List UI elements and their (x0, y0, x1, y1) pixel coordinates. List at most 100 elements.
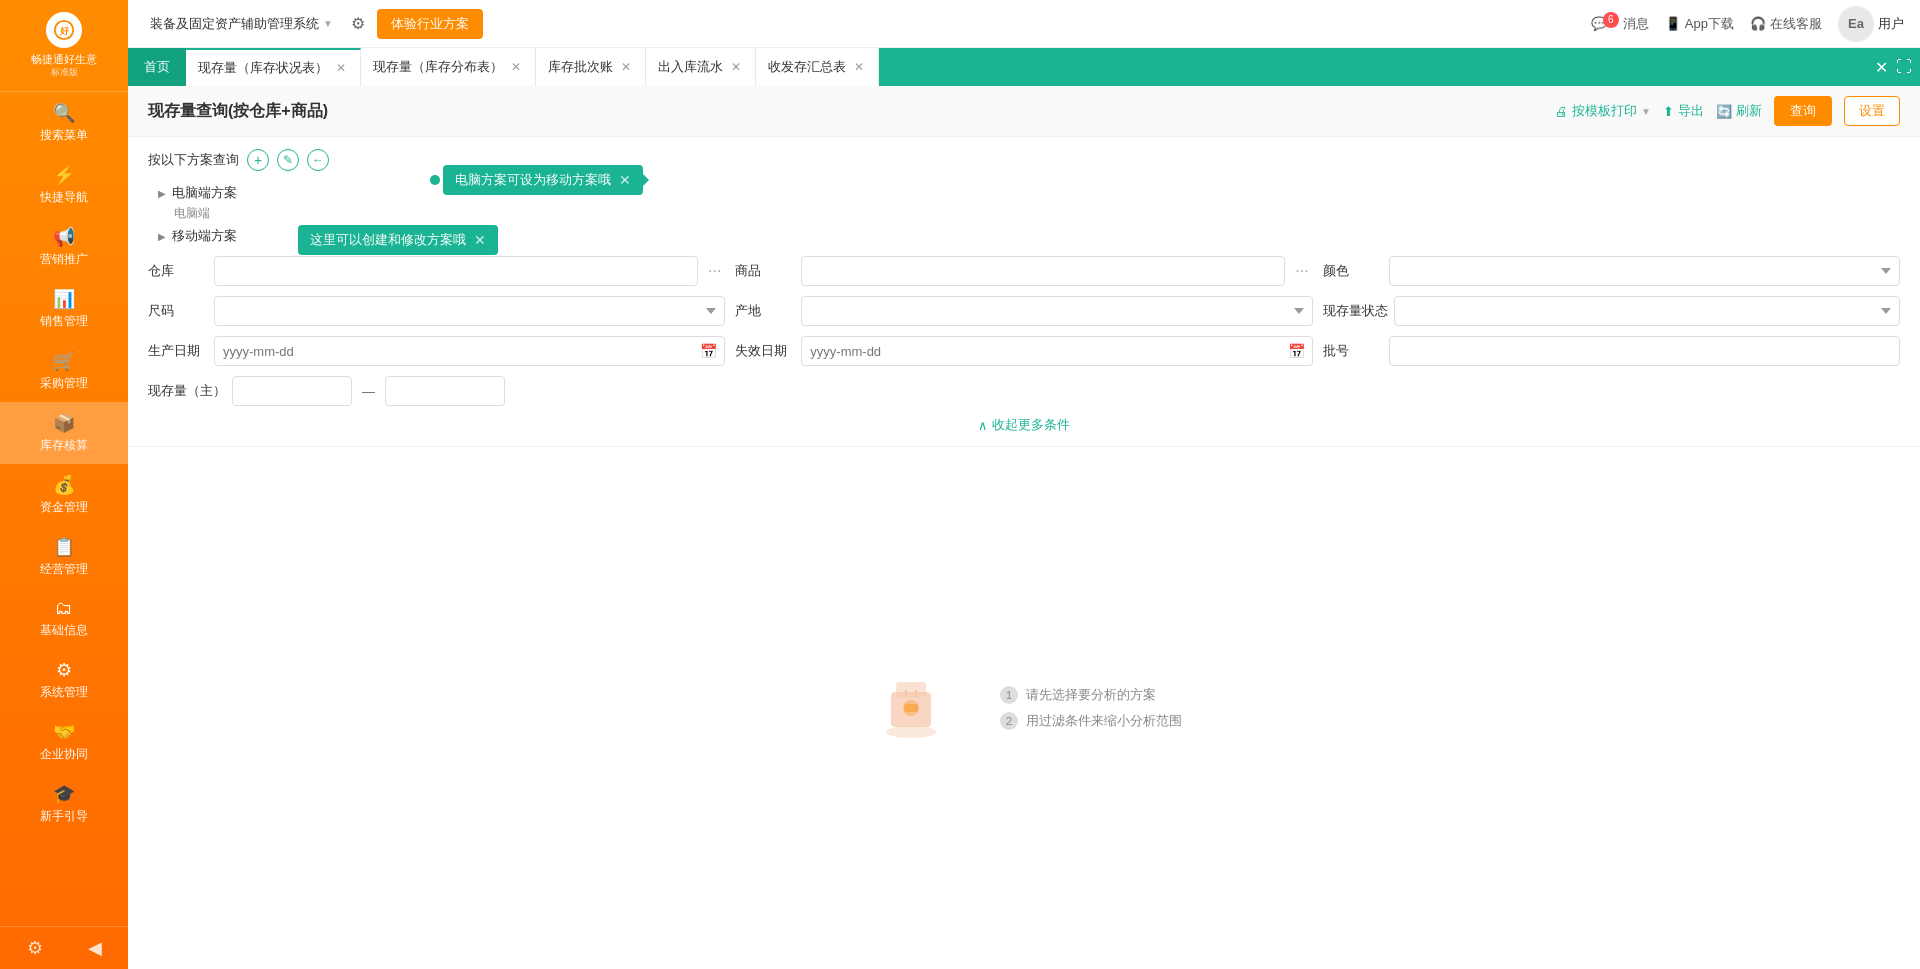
current-stock-label: 现存量（主） (148, 382, 226, 400)
current-stock-from-input[interactable] (232, 376, 352, 406)
warehouse-dots[interactable]: ··· (704, 262, 725, 280)
filter-label: 按以下方案查询 (148, 151, 239, 169)
tab-close-inout[interactable]: ✕ (729, 58, 743, 76)
app-download-action[interactable]: 📱 App下载 (1665, 15, 1734, 33)
sidebar-item-enterprise[interactable]: 🤝 企业协同 (0, 711, 128, 773)
product-input[interactable] (801, 256, 1285, 286)
close-all-tabs-icon[interactable]: ✕ (1875, 58, 1888, 77)
warehouse-input[interactable] (214, 256, 698, 286)
avatar: Ea (1838, 6, 1874, 42)
filter-area: 按以下方案查询 + ✎ ← ▶ 电脑端方案 电脑端 ▶ 移动端方案 (128, 137, 1920, 447)
sidebar-item-system[interactable]: ⚙ 系统管理 (0, 649, 128, 711)
tab-close-receive-send[interactable]: ✕ (852, 58, 866, 76)
svg-text:好: 好 (59, 26, 70, 36)
tab-batch[interactable]: 库存批次账 ✕ (536, 48, 646, 86)
scheme-desktop-label: 电脑端方案 (172, 184, 237, 202)
sidebar-item-label: 新手引导 (40, 808, 88, 825)
filter-batch-no: 批号 (1323, 336, 1900, 366)
tabbar-spacer (879, 48, 1867, 86)
stock-status-select[interactable] (1394, 296, 1900, 326)
color-select[interactable] (1389, 256, 1900, 286)
filter-stock-status: 现存量状态 (1323, 296, 1900, 326)
basic-info-icon: 🗂 (55, 598, 73, 619)
step-num-1: 1 (1000, 686, 1018, 704)
purchase-icon: 🛒 (53, 350, 75, 372)
tab-close-batch[interactable]: ✕ (619, 58, 633, 76)
filter-warehouse: 仓库 ··· (148, 256, 725, 286)
edit-scheme-btn[interactable]: ✎ (277, 149, 299, 171)
sidebar-item-label: 营销推广 (40, 251, 88, 268)
batch-no-label: 批号 (1323, 342, 1383, 360)
collapse-sidebar-icon[interactable]: ◀ (88, 937, 102, 959)
message-action[interactable]: 💬 6 消息 (1591, 15, 1649, 33)
reset-button[interactable]: 设置 (1844, 96, 1900, 126)
tab-receive-send[interactable]: 收发存汇总表 ✕ (756, 48, 879, 86)
sidebar-item-label: 系统管理 (40, 684, 88, 701)
sidebar-item-inventory[interactable]: 📦 库存核算 (0, 402, 128, 464)
tab-inventory-status[interactable]: 现存量（库存状况表） ✕ (186, 48, 361, 86)
sidebar-item-quick-nav[interactable]: ⚡ 快捷导航 (0, 154, 128, 216)
expire-date-wrapper: 📅 (801, 336, 1312, 366)
size-select[interactable] (214, 296, 725, 326)
sidebar-item-marketing[interactable]: 📢 营销推广 (0, 216, 128, 278)
sidebar-item-sales[interactable]: 📊 销售管理 (0, 278, 128, 340)
content-area: 现存量查询(按仓库+商品) 🖨 按模板打印 ▼ ⬆ 导出 🔄 刷新 查询 设置 (128, 86, 1920, 969)
page-header: 现存量查询(按仓库+商品) 🖨 按模板打印 ▼ ⬆ 导出 🔄 刷新 查询 设置 (128, 86, 1920, 137)
system-name-label: 装备及固定资产辅助管理系统 (150, 15, 319, 33)
tab-inout[interactable]: 出入库流水 ✕ (646, 48, 756, 86)
print-icon: 🖨 (1555, 104, 1568, 119)
tab-home-label: 首页 (144, 58, 170, 76)
sidebar-item-finance[interactable]: 💰 资金管理 (0, 464, 128, 526)
topbar: 装备及固定资产辅助管理系统 ▼ ⚙ 体验行业方案 💬 6 消息 📱 App下载 … (128, 0, 1920, 48)
scheme-item-desktop[interactable]: ▶ 电脑端方案 (158, 181, 1900, 205)
expire-date-label: 失效日期 (735, 342, 795, 360)
collapse-filter-btn[interactable]: ∧ 收起更多条件 (978, 416, 1070, 434)
refresh-btn[interactable]: 🔄 刷新 (1716, 102, 1762, 120)
current-stock-to-input[interactable] (385, 376, 505, 406)
tooltip-desktop-close[interactable]: ✕ (619, 172, 631, 188)
tab-close-inventory-dist[interactable]: ✕ (509, 58, 523, 76)
enterprise-icon: 🤝 (53, 721, 75, 743)
online-service-action[interactable]: 🎧 在线客服 (1750, 15, 1822, 33)
industry-btn[interactable]: 体验行业方案 (377, 9, 483, 39)
template-print-btn[interactable]: 🖨 按模板打印 ▼ (1555, 102, 1651, 120)
filter-row-3: 生产日期 📅 失效日期 📅 批号 (148, 336, 1900, 366)
filter-origin: 产地 (735, 296, 1312, 326)
query-button[interactable]: 查询 (1774, 96, 1832, 126)
svg-rect-4 (896, 682, 926, 697)
chevron-down-icon: ▼ (323, 18, 333, 29)
sidebar-item-operations[interactable]: 📋 经营管理 (0, 526, 128, 588)
add-scheme-btn[interactable]: + (247, 149, 269, 171)
system-selector[interactable]: 装备及固定资产辅助管理系统 ▼ (144, 13, 339, 35)
back-scheme-btn[interactable]: ← (307, 149, 329, 171)
sidebar-item-label: 资金管理 (40, 499, 88, 516)
tab-inventory-dist[interactable]: 现存量（库存分布表） ✕ (361, 48, 536, 86)
product-label: 商品 (735, 262, 795, 280)
tooltip-edit-close[interactable]: ✕ (474, 232, 486, 248)
tab-home[interactable]: 首页 (128, 48, 186, 86)
svg-point-2 (886, 726, 936, 738)
sidebar-item-label: 企业协同 (40, 746, 88, 763)
sidebar-item-basic-info[interactable]: 🗂 基础信息 (0, 588, 128, 649)
tab-close-inventory-status[interactable]: ✕ (334, 59, 348, 77)
sidebar-item-purchase[interactable]: 🛒 采购管理 (0, 340, 128, 402)
sidebar-item-guide[interactable]: 🎓 新手引导 (0, 773, 128, 835)
filter-rows: 仓库 ··· 商品 ··· 颜色 (148, 256, 1900, 406)
tab-batch-label: 库存批次账 (548, 58, 613, 76)
maximize-icon[interactable]: ⛶ (1896, 58, 1912, 76)
batch-no-input[interactable] (1389, 336, 1900, 366)
settings-bottom-icon[interactable]: ⚙ (27, 937, 43, 959)
user-action[interactable]: Ea 用户 (1838, 6, 1904, 42)
export-btn[interactable]: ⬆ 导出 (1663, 102, 1704, 120)
produce-date-input[interactable] (214, 336, 725, 366)
origin-select[interactable] (801, 296, 1312, 326)
scheme-hint: 电脑端 (158, 205, 1900, 222)
marketing-icon: 📢 (53, 226, 75, 248)
product-dots[interactable]: ··· (1291, 262, 1312, 280)
service-icon: 🎧 (1750, 16, 1766, 31)
svg-rect-6 (904, 704, 918, 712)
scheme-arrow-icon: ▶ (158, 188, 166, 199)
sidebar-item-search-menu[interactable]: 🔍 搜索菜单 (0, 92, 128, 154)
expire-date-input[interactable] (801, 336, 1312, 366)
topbar-gear-icon[interactable]: ⚙ (351, 14, 365, 33)
